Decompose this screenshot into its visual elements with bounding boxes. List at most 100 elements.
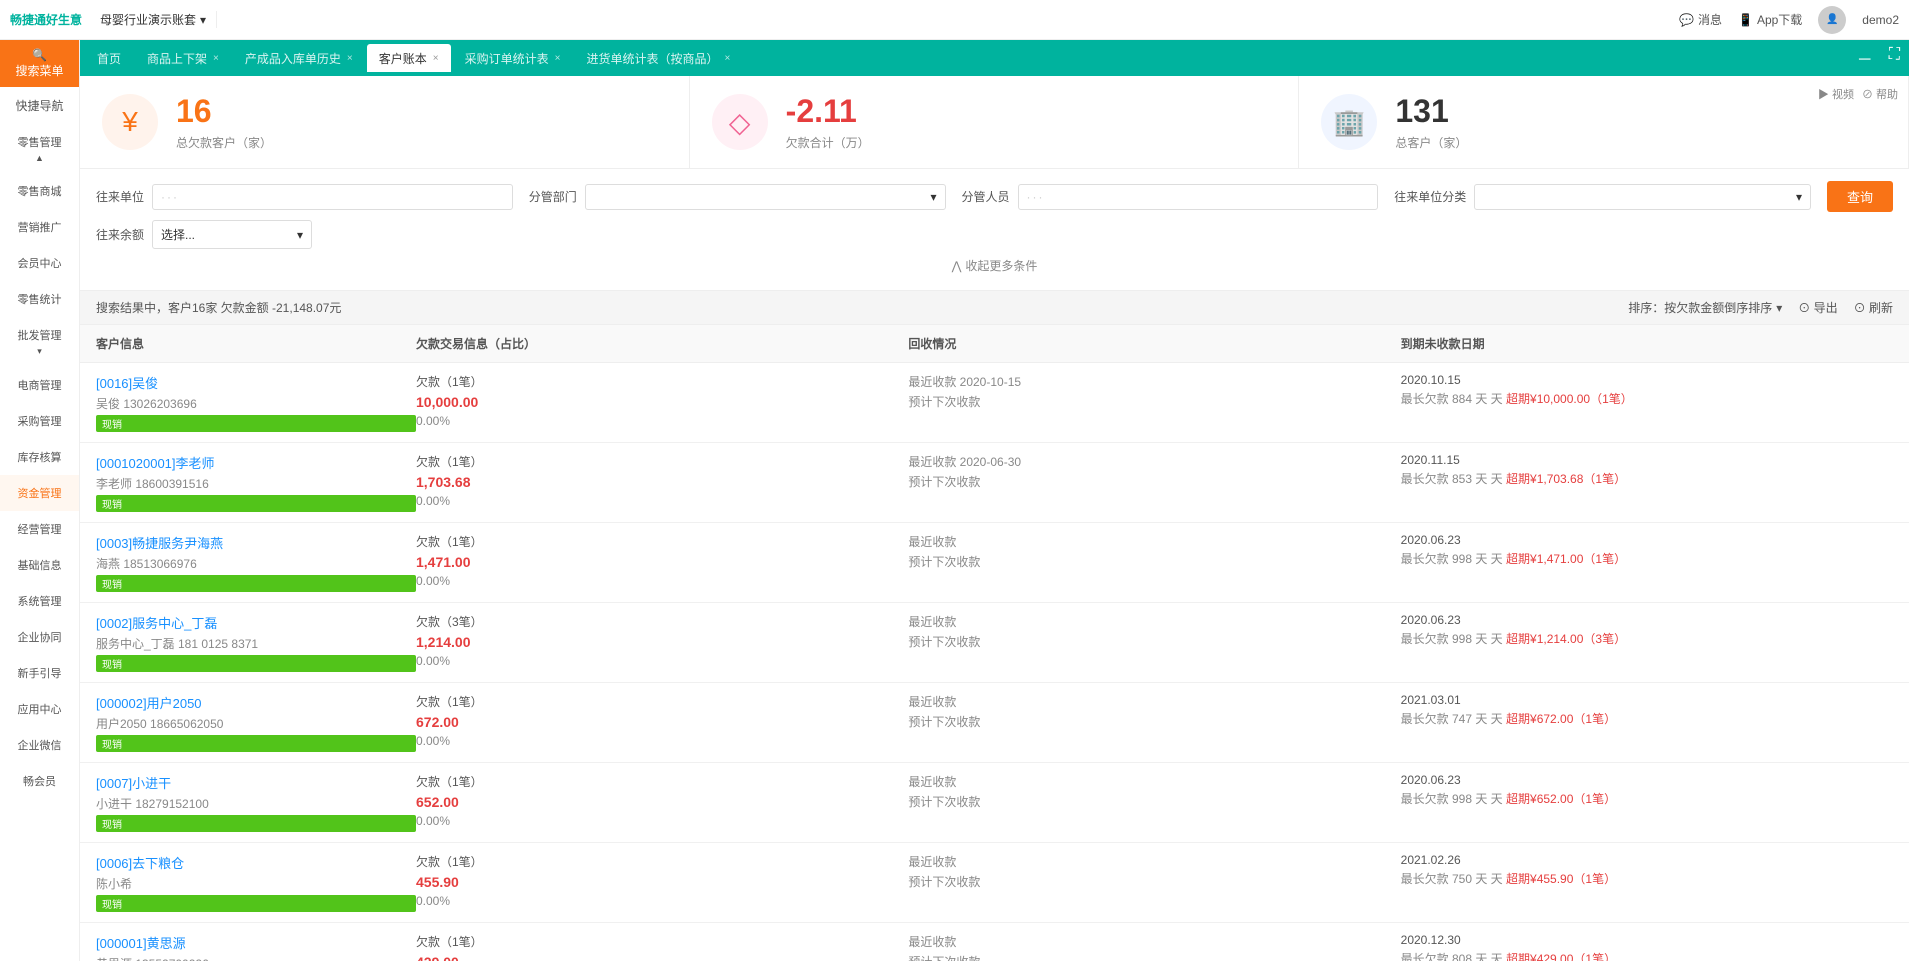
debt-amount[interactable]: 10,000.00: [416, 394, 908, 410]
stat-total-customers: 🏢 131 总客户（家） ▶ 视频: [1299, 76, 1909, 168]
overdue-link[interactable]: 超期¥652.00（1笔）: [1506, 792, 1616, 806]
avatar-icon: 👤: [1826, 14, 1838, 25]
unit-category-select[interactable]: ▾: [1474, 184, 1811, 210]
debt-amount[interactable]: 652.00: [416, 794, 908, 810]
customer-name-link[interactable]: [0007]小进干: [96, 773, 416, 792]
tab-close-products-offline[interactable]: ×: [213, 53, 219, 64]
customer-info-7: [000001]黄思源 黄思源 13552700226 现销: [96, 933, 416, 961]
customer-name-link[interactable]: [0003]畅捷服务尹海燕: [96, 533, 416, 552]
tab-home[interactable]: 首页: [85, 44, 133, 72]
overdue-link[interactable]: 超期¥1,703.68（1笔）: [1506, 472, 1626, 486]
sidebar-item-marketing[interactable]: 营销推广: [0, 209, 79, 245]
sidebar-item-ops[interactable]: 经营管理: [0, 511, 79, 547]
table-row: [0003]畅捷服务尹海燕 海燕 18513066976 现销 欠款（1笔） 1…: [80, 523, 1909, 603]
sidebar-item-batch-mgmt[interactable]: 批发管理 ▾: [0, 317, 79, 367]
customer-tag: 现销: [96, 815, 416, 832]
help-btn[interactable]: ⊘ 帮助: [1862, 86, 1898, 102]
avatar[interactable]: 👤: [1818, 6, 1846, 34]
debt-amount[interactable]: 455.90: [416, 874, 908, 890]
debt-amount[interactable]: 1,703.68: [416, 474, 908, 490]
app-download-btn[interactable]: 📱 App下载: [1738, 11, 1802, 28]
tab-product-in-history[interactable]: 产成品入库单历史 ×: [233, 44, 365, 72]
last-payment-label: 最近收款 2020-10-15: [908, 373, 1021, 390]
overdue-link[interactable]: 超期¥1,471.00（1笔）: [1506, 552, 1626, 566]
recovery-info-1: 最近收款 2020-06-30 预计下次收款: [908, 453, 1400, 490]
sidebar-item-sys-mgmt[interactable]: 系统管理: [0, 583, 79, 619]
export-btn[interactable]: ⊙ 导出: [1798, 299, 1837, 316]
collapse-btn[interactable]: ⋀ 收起更多条件: [96, 257, 1893, 274]
tab-purchase-order[interactable]: 采购订单统计表 ×: [453, 44, 573, 72]
sidebar-item-retail-stats[interactable]: 零售统计: [0, 281, 79, 317]
sort-selector[interactable]: 排序：按欠款金额倒序排序 ▾: [1628, 299, 1782, 316]
filter-group-from-unit: 往来单位 ···: [96, 184, 513, 210]
tab-maximize-btn[interactable]: ⛶: [1885, 46, 1904, 70]
tab-close-product-in-history[interactable]: ×: [347, 53, 353, 64]
message-btn[interactable]: 💬 消息: [1679, 11, 1722, 28]
sidebar-item-ecommerce[interactable]: 电商管理: [0, 367, 79, 403]
debt-amount[interactable]: 429.00: [416, 954, 908, 961]
debt-info-2: 欠款（1笔） 1,471.00 0.00%: [416, 533, 908, 588]
customer-name-link[interactable]: [0016]吴俊: [96, 373, 416, 392]
sidebar-item-enterprise-wx[interactable]: 企业微信: [0, 727, 79, 763]
sidebar-item-quicknav[interactable]: 快捷导航: [0, 87, 79, 124]
from-unit-input[interactable]: ···: [152, 184, 513, 210]
sidebar-search-btn[interactable]: 🔍 搜索菜单: [0, 40, 79, 87]
diamond-icon: ◇: [729, 106, 751, 139]
sidebar-item-retail-mgmt[interactable]: 零售管理 ▲: [0, 124, 79, 173]
next-payment-row: 预计下次收款: [908, 713, 1400, 730]
sidebar-item-finance[interactable]: 资金管理: [0, 475, 79, 511]
department-select[interactable]: ▾: [585, 184, 946, 210]
person-input[interactable]: ···: [1018, 184, 1379, 210]
overdue-link[interactable]: 超期¥455.90（1笔）: [1506, 872, 1616, 886]
refresh-btn[interactable]: ⊙ 刷新: [1854, 299, 1893, 316]
sidebar-item-new-guide[interactable]: 新手引导: [0, 655, 79, 691]
next-payment-label: 预计下次收款: [908, 873, 980, 890]
sidebar-item-retail-mall[interactable]: 零售商城: [0, 173, 79, 209]
customer-name-link[interactable]: [0002]服务中心_丁磊: [96, 613, 416, 632]
message-label: 消息: [1698, 11, 1722, 28]
tab-products-offline[interactable]: 商品上下架 ×: [135, 44, 231, 72]
customer-name-link[interactable]: [000002]用户2050: [96, 693, 416, 712]
tab-minimize-btn[interactable]: －: [1853, 46, 1877, 70]
stats-bar: ¥ 16 总欠款客户（家） ◇: [80, 76, 1909, 169]
tab-close-customer-account[interactable]: ×: [433, 53, 439, 64]
customer-info-1: [0001020001]李老师 李老师 18600391516 现销: [96, 453, 416, 512]
video-btn[interactable]: ▶ 视频: [1818, 86, 1854, 102]
sidebar-item-member-center[interactable]: 会员中心: [0, 245, 79, 281]
customer-tag: 现销: [96, 735, 416, 752]
tab-close-inbound-stats[interactable]: ×: [724, 53, 730, 64]
balance-select[interactable]: 选择... ▾: [152, 220, 312, 249]
customer-name-link[interactable]: [000001]黄思源: [96, 933, 416, 952]
customer-name-link[interactable]: [0006]去下粮仓: [96, 853, 416, 872]
due-info-2: 2020.06.23 最长欠款 998 天 天 超期¥1,471.00（1笔）: [1401, 533, 1893, 567]
next-payment-label: 预计下次收款: [908, 393, 980, 410]
customer-detail: 小进干 18279152100: [96, 795, 416, 812]
arrow-icon: ▾: [37, 346, 42, 357]
stat-info-overdue: 16 总欠款客户（家）: [176, 93, 272, 151]
overdue-link[interactable]: 超期¥1,214.00（3笔）: [1506, 632, 1626, 646]
overdue-link[interactable]: 超期¥10,000.00（1笔）: [1506, 392, 1633, 406]
debt-amount[interactable]: 1,471.00: [416, 554, 908, 570]
overdue-link[interactable]: 超期¥672.00（1笔）: [1506, 712, 1616, 726]
debt-info-5: 欠款（1笔） 652.00 0.00%: [416, 773, 908, 828]
tab-inbound-stats[interactable]: 进货单统计表（按商品） ×: [574, 44, 742, 72]
tab-customer-account[interactable]: 客户账本 ×: [367, 44, 451, 72]
sidebar-item-enterprise[interactable]: 企业协同: [0, 619, 79, 655]
due-info-1: 2020.11.15 最长欠款 853 天 天 超期¥1,703.68（1笔）: [1401, 453, 1893, 487]
store-selector[interactable]: 母婴行业演示账套 ▾: [90, 11, 217, 28]
sidebar-item-inventory[interactable]: 库存核算: [0, 439, 79, 475]
tab-close-purchase-order[interactable]: ×: [555, 53, 561, 64]
debt-amount[interactable]: 672.00: [416, 714, 908, 730]
search-button[interactable]: 查询: [1827, 181, 1893, 212]
due-info-3: 2020.06.23 最长欠款 998 天 天 超期¥1,214.00（3笔）: [1401, 613, 1893, 647]
debt-amount[interactable]: 1,214.00: [416, 634, 908, 650]
last-payment-label: 最近收款: [908, 853, 956, 870]
sidebar-item-app-center[interactable]: 应用中心: [0, 691, 79, 727]
sidebar-item-member-card[interactable]: 畅会员: [0, 763, 79, 799]
overdue-link[interactable]: 超期¥429.00（1笔）: [1506, 952, 1616, 961]
overdue-days: 最长欠款 747 天 天 超期¥672.00（1笔）: [1401, 710, 1893, 727]
customer-name-link[interactable]: [0001020001]李老师: [96, 453, 416, 472]
sidebar-item-basic-info[interactable]: 基础信息: [0, 547, 79, 583]
overdue-days: 最长欠款 998 天 天 超期¥652.00（1笔）: [1401, 790, 1893, 807]
sidebar-item-purchase[interactable]: 采购管理: [0, 403, 79, 439]
